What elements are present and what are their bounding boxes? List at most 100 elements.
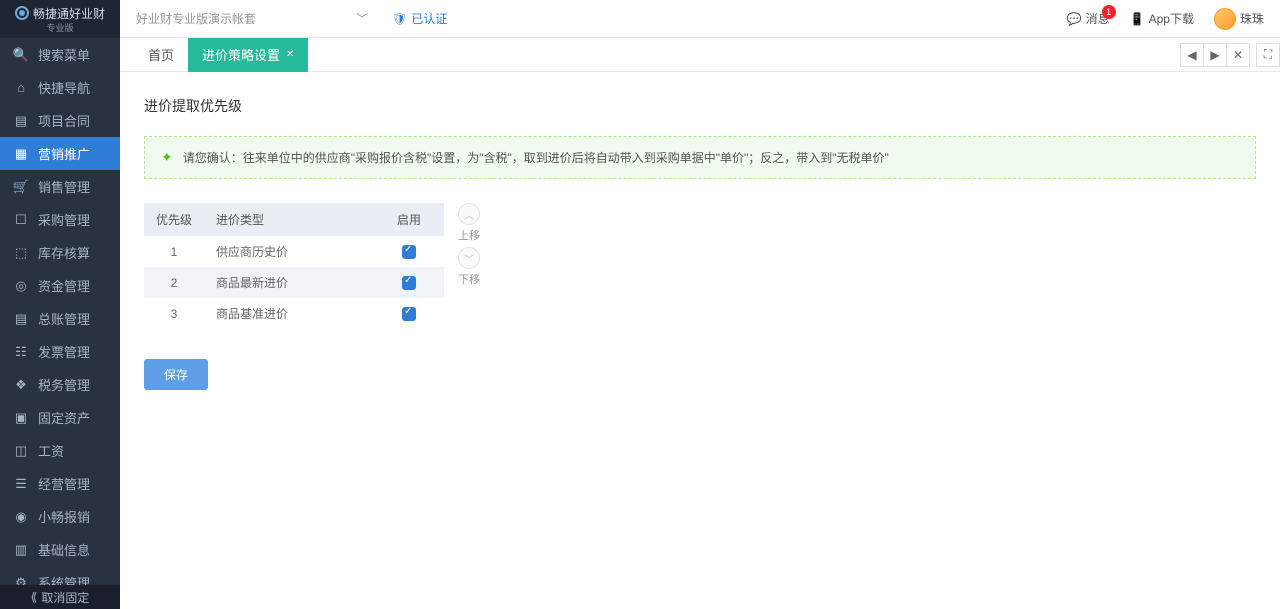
building-icon: ▣ <box>14 411 28 425</box>
cart-icon: 🛒 <box>14 180 28 194</box>
messages-link[interactable]: 💬 消息 1 <box>1067 10 1110 27</box>
verified-label: 已认证 <box>411 10 447 27</box>
chat-icon: 💬 <box>1067 12 1082 26</box>
enable-checkbox[interactable] <box>402 276 416 290</box>
sidebar-item-label: 小畅报销 <box>38 507 90 526</box>
close-icon: ✕ <box>1233 48 1243 62</box>
header: 好业财专业版演示帐套 ﹀ 🛡 已认证 💬 消息 1 📱 App下载 珠珠 <box>120 0 1280 38</box>
verified-badge: 🛡 已认证 <box>392 10 447 27</box>
account-name: 好业财专业版演示帐套 <box>136 10 256 27</box>
user-menu[interactable]: 珠珠 <box>1214 8 1264 30</box>
tab-next-button[interactable]: ▶ <box>1203 43 1227 67</box>
account-selector[interactable]: 好业财专业版演示帐套 ﹀ <box>136 10 368 27</box>
sidebar-item-label: 快捷导航 <box>38 78 90 97</box>
sidebar-item-contract[interactable]: ▤ 项目合同 <box>0 104 120 137</box>
app-download-link[interactable]: 📱 App下载 <box>1130 10 1194 27</box>
sidebar-item-inventory[interactable]: ⬚库存核算 <box>0 236 120 269</box>
receipt-icon: ☷ <box>14 345 28 359</box>
sidebar-item-label: 经营管理 <box>38 474 90 493</box>
confirm-notice: ✦ 请您确认：往来单位中的供应商"采购报价含税"设置，为"含税"，取到进价后将自… <box>144 136 1256 179</box>
sidebar-item-marketing[interactable]: ▦ 营销推广 <box>0 137 120 170</box>
money-icon: ◎ <box>14 279 28 293</box>
cell-priority: 1 <box>144 236 204 267</box>
sidebar-pin-toggle[interactable]: ⟪ 取消固定 <box>0 585 120 609</box>
move-up-label: 上移 <box>458 227 480 243</box>
cell-type: 商品最新进价 <box>204 267 374 298</box>
list-icon: ☰ <box>14 477 28 491</box>
sidebar-item-assets[interactable]: ▣ 固定资产 <box>0 401 120 434</box>
sidebar-item-tax[interactable]: ❖税务管理 <box>0 368 120 401</box>
cell-priority: 3 <box>144 298 204 329</box>
move-down-label: 下移 <box>458 271 480 287</box>
table-row[interactable]: 1 供应商历史价 <box>144 236 444 267</box>
close-icon[interactable]: ✕ <box>286 49 294 60</box>
info-icon: ✦ <box>161 149 173 166</box>
sidebar-item-label: 采购管理 <box>38 210 90 229</box>
sidebar-item-salary[interactable]: ◫ 工资 <box>0 434 120 467</box>
sidebar-item-label: 销售管理 <box>38 177 90 196</box>
wallet-icon: ◫ <box>14 444 28 458</box>
sidebar-item-label: 营销推广 <box>38 144 90 163</box>
sidebar-item-purchase[interactable]: ☐ 采购管理 <box>0 203 120 236</box>
shield-icon: 🛡 <box>392 12 407 26</box>
expand-icon: ⛶ <box>1264 47 1272 62</box>
table-row[interactable]: 3 商品基准进价 <box>144 298 444 329</box>
grid-icon: ▦ <box>14 147 28 161</box>
sidebar-item-label: 搜索菜单 <box>38 45 90 64</box>
sidebar-item-label: 基础信息 <box>38 540 90 559</box>
tabbar: 首页 进价策略设置 ✕ ◀ ▶ ✕ ⛶ <box>120 38 1280 72</box>
search-icon: 🔍 <box>14 48 28 62</box>
book-icon: ▤ <box>14 312 28 326</box>
tab-home[interactable]: 首页 <box>134 38 188 72</box>
sidebar-item-label: 工资 <box>38 441 64 460</box>
priority-table: 优先级 进价类型 启用 1 供应商历史价 2 商品最新进价 3 <box>144 203 444 329</box>
chevron-down-icon: ﹀ <box>464 251 474 266</box>
sidebar-item-label: 库存核算 <box>38 243 90 262</box>
phone-icon: 📱 <box>1130 12 1145 26</box>
logo-area: 畅捷通好业财 专业版 <box>0 0 120 38</box>
sidebar-item-search[interactable]: 🔍 搜索菜单 <box>0 38 120 71</box>
tab-prev-button[interactable]: ◀ <box>1180 43 1204 67</box>
enable-checkbox[interactable] <box>402 307 416 321</box>
page-title: 进价提取优先级 <box>144 96 1256 116</box>
tab-close-all-button[interactable]: ✕ <box>1226 43 1250 67</box>
sidebar-item-label: 项目合同 <box>38 111 90 130</box>
sidebar-item-business[interactable]: ☰ 经营管理 <box>0 467 120 500</box>
save-button[interactable]: 保存 <box>144 359 208 390</box>
fullscreen-button[interactable]: ⛶ <box>1256 43 1280 67</box>
sidebar-item-ledger[interactable]: ▤总账管理 <box>0 302 120 335</box>
sidebar-item-quicknav[interactable]: ⌂ 快捷导航 <box>0 71 120 104</box>
cell-type: 供应商历史价 <box>204 236 374 267</box>
messages-badge: 1 <box>1102 5 1116 19</box>
tab-label: 进价策略设置 <box>202 45 280 64</box>
move-controls: ︿ 上移 ﹀ 下移 <box>458 203 480 287</box>
brand-name: 畅捷通好业财 <box>33 5 105 22</box>
coin-icon: ◉ <box>14 510 28 524</box>
col-enable: 启用 <box>374 203 444 236</box>
sidebar-item-sales[interactable]: 🛒 销售管理 <box>0 170 120 203</box>
move-up-button[interactable]: ︿ <box>458 203 480 225</box>
sidebar-item-invoice[interactable]: ☷发票管理 <box>0 335 120 368</box>
tab-label: 首页 <box>148 45 174 64</box>
move-down-button[interactable]: ﹀ <box>458 247 480 269</box>
info-icon: ▥ <box>14 543 28 557</box>
sidebar-item-label: 固定资产 <box>38 408 90 427</box>
pin-icon: ⟪ <box>31 590 38 604</box>
sidebar-footer-label: 取消固定 <box>41 589 89 606</box>
tab-price-strategy[interactable]: 进价策略设置 ✕ <box>188 38 308 72</box>
content-panel: 进价提取优先级 ✦ 请您确认：往来单位中的供应商"采购报价含税"设置，为"含税"… <box>120 72 1280 609</box>
sidebar-item-funds[interactable]: ◎资金管理 <box>0 269 120 302</box>
home-icon: ⌂ <box>14 81 28 95</box>
enable-checkbox[interactable] <box>402 245 416 259</box>
doc-icon: ▤ <box>14 114 28 128</box>
sidebar-item-expense[interactable]: ◉ 小畅报销 <box>0 500 120 533</box>
table-row[interactable]: 2 商品最新进价 <box>144 267 444 298</box>
box-icon: ☐ <box>14 213 28 227</box>
chevron-down-icon: ﹀ <box>356 10 368 27</box>
sidebar-item-basic[interactable]: ▥ 基础信息 <box>0 533 120 566</box>
brand-logo-icon <box>15 6 29 20</box>
cell-priority: 2 <box>144 267 204 298</box>
sidebar-item-label: 税务管理 <box>38 375 90 394</box>
cell-type: 商品基准进价 <box>204 298 374 329</box>
caret-left-icon: ◀ <box>1187 48 1196 62</box>
